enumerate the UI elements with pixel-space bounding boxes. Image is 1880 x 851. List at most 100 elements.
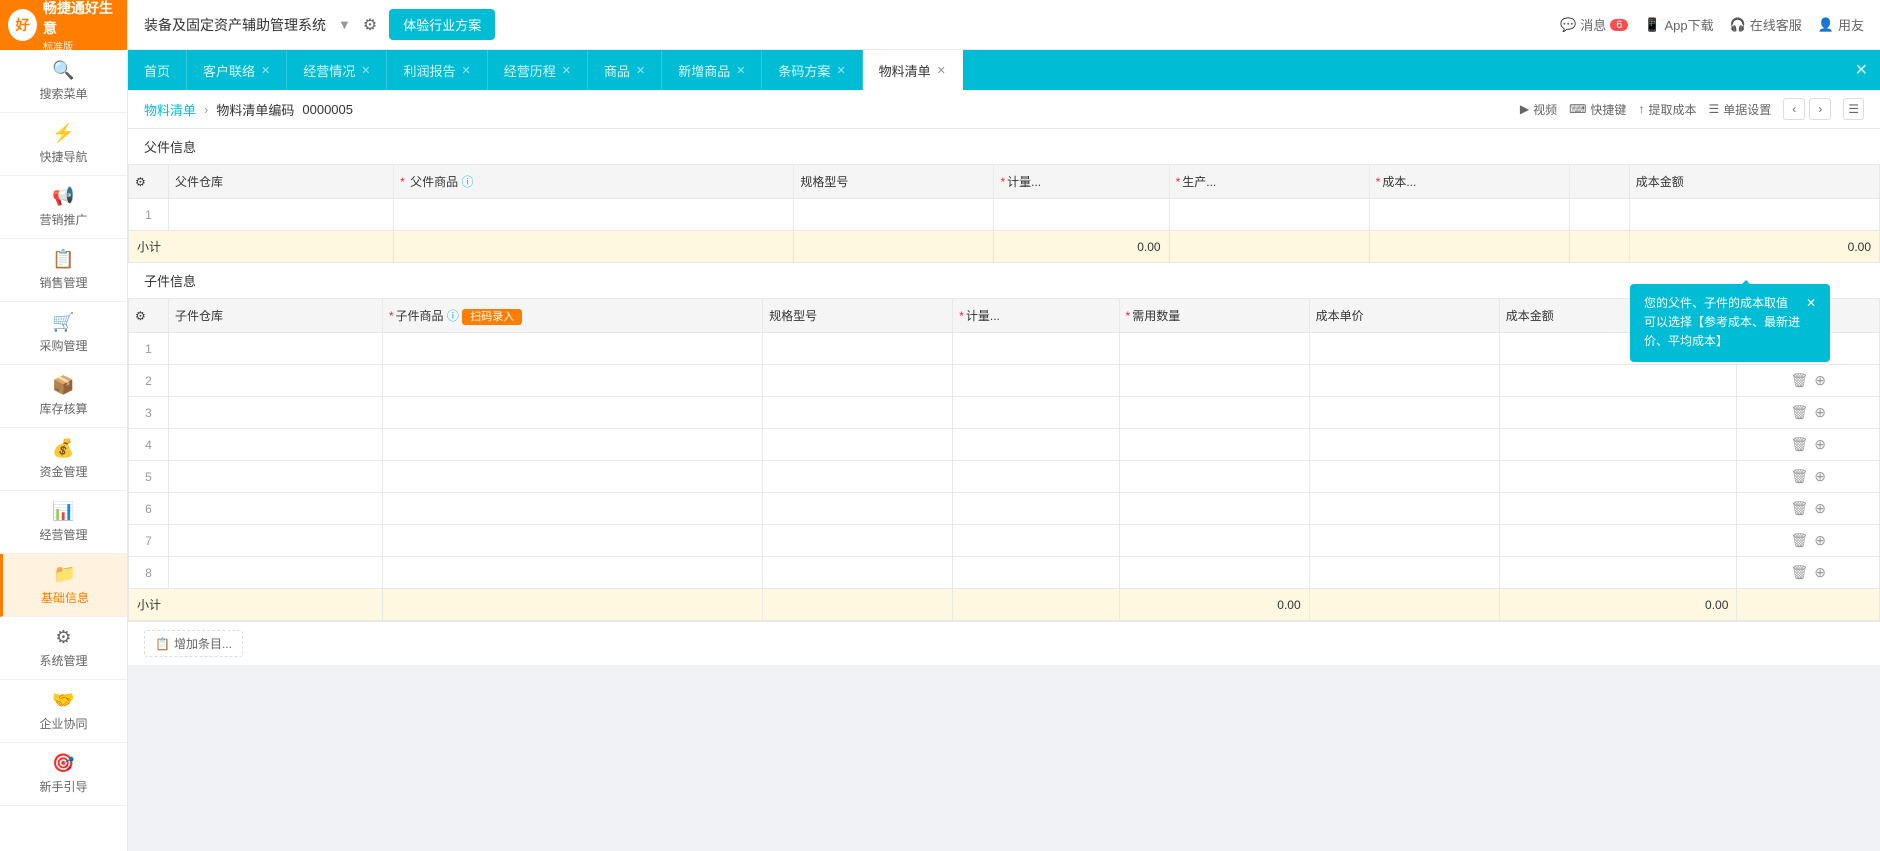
single-settings-button[interactable]: ☰ 单据设置	[1708, 101, 1771, 118]
prev-arrow[interactable]: ‹	[1783, 98, 1805, 120]
gear-icon[interactable]: ⚙	[363, 15, 377, 35]
parent-th-settings[interactable]: ⚙	[129, 165, 169, 199]
tab-operations[interactable]: 经营情况 ✕	[287, 50, 387, 90]
child-qty-2[interactable]	[1119, 365, 1309, 397]
sidebar-item-purchase[interactable]: 🛒 采购管理	[0, 302, 127, 365]
copy-row-7-button[interactable]: ⊕	[1814, 532, 1826, 549]
child-qty-7[interactable]	[1119, 525, 1309, 557]
sidebar-item-guide[interactable]: 🎯 新手引导	[0, 743, 127, 806]
child-product-5[interactable]	[382, 461, 762, 493]
message-action[interactable]: 💬 消息 6	[1560, 15, 1628, 34]
child-price-3[interactable]	[1309, 397, 1499, 429]
child-product-8[interactable]	[382, 557, 762, 589]
delete-row-5-button[interactable]: 🗑	[1790, 468, 1808, 485]
copy-row-3-button[interactable]: ⊕	[1814, 404, 1826, 421]
child-spec-6[interactable]	[763, 493, 953, 525]
delete-row-8-button[interactable]: 🗑	[1790, 564, 1808, 581]
tab-products[interactable]: 商品 ✕	[588, 50, 662, 90]
copy-row-5-button[interactable]: ⊕	[1814, 468, 1826, 485]
copy-row-6-button[interactable]: ⊕	[1814, 500, 1826, 517]
tab-barcode-close[interactable]: ✕	[836, 64, 845, 77]
delete-row-2-button[interactable]: 🗑	[1790, 372, 1808, 389]
sidebar-item-basic-info[interactable]: 📁 基础信息	[0, 554, 127, 617]
child-price-1[interactable]	[1309, 333, 1499, 365]
child-unit-5[interactable]	[953, 461, 1119, 493]
child-qty-6[interactable]	[1119, 493, 1309, 525]
tab-profit-close[interactable]: ✕	[462, 64, 471, 77]
child-qty-3[interactable]	[1119, 397, 1309, 429]
child-unit-1[interactable]	[953, 333, 1119, 365]
extract-cost-button[interactable]: ↑ 提取成本	[1638, 101, 1696, 118]
child-warehouse-1[interactable]	[169, 333, 383, 365]
child-product-2[interactable]	[382, 365, 762, 397]
copy-row-8-button[interactable]: ⊕	[1814, 564, 1826, 581]
child-price-8[interactable]	[1309, 557, 1499, 589]
parent-unit-cell[interactable]	[994, 199, 1169, 231]
child-spec-5[interactable]	[763, 461, 953, 493]
sidebar-item-operations[interactable]: 📊 经营管理	[0, 491, 127, 554]
child-qty-5[interactable]	[1119, 461, 1309, 493]
child-qty-1[interactable]	[1119, 333, 1309, 365]
tab-operations-close[interactable]: ✕	[361, 64, 370, 77]
child-warehouse-5[interactable]	[169, 461, 383, 493]
child-th-settings[interactable]: ⚙	[129, 299, 169, 333]
sidebar-item-enterprise[interactable]: 🤝 企业协同	[0, 680, 127, 743]
parent-warehouse-cell[interactable]	[169, 199, 394, 231]
child-product-7[interactable]	[382, 525, 762, 557]
next-arrow[interactable]: ›	[1809, 98, 1831, 120]
tab-bom-close[interactable]: ✕	[937, 64, 946, 77]
child-product-3[interactable]	[382, 397, 762, 429]
child-warehouse-3[interactable]	[169, 397, 383, 429]
child-warehouse-8[interactable]	[169, 557, 383, 589]
tab-history-close[interactable]: ✕	[562, 64, 571, 77]
delete-row-7-button[interactable]: 🗑	[1790, 532, 1808, 549]
child-warehouse-2[interactable]	[169, 365, 383, 397]
sidebar-item-finance[interactable]: 💰 资金管理	[0, 428, 127, 491]
tab-customer-close[interactable]: ✕	[261, 64, 270, 77]
trial-button[interactable]: 体验行业方案	[389, 9, 495, 40]
tab-new-product[interactable]: 新增商品 ✕	[662, 50, 762, 90]
dropdown-arrow-icon[interactable]: ▼	[338, 17, 351, 32]
child-product-6[interactable]	[382, 493, 762, 525]
tab-products-close[interactable]: ✕	[636, 64, 645, 77]
parent-spec-cell[interactable]	[794, 199, 994, 231]
child-price-6[interactable]	[1309, 493, 1499, 525]
tab-customer[interactable]: 客户联络 ✕	[187, 50, 287, 90]
delete-row-6-button[interactable]: 🗑	[1790, 500, 1808, 517]
child-unit-6[interactable]	[953, 493, 1119, 525]
shortcut-button[interactable]: ⌨ 快捷键	[1569, 101, 1626, 118]
app-download-action[interactable]: 📱 App下载	[1644, 15, 1713, 34]
child-price-4[interactable]	[1309, 429, 1499, 461]
child-spec-7[interactable]	[763, 525, 953, 557]
child-unit-4[interactable]	[953, 429, 1119, 461]
sidebar-item-marketing[interactable]: 📢 营销推广	[0, 176, 127, 239]
sidebar-item-system[interactable]: ⚙ 系统管理	[0, 617, 127, 680]
add-row-button[interactable]: 📋 增加条目...	[144, 630, 243, 657]
tooltip-close-button[interactable]: ✕	[1806, 294, 1816, 313]
copy-row-2-button[interactable]: ⊕	[1814, 372, 1826, 389]
parent-production-cell[interactable]	[1169, 199, 1369, 231]
tab-new-product-close[interactable]: ✕	[736, 64, 745, 77]
child-unit-7[interactable]	[953, 525, 1119, 557]
nav-close-all-button[interactable]: ✕	[1843, 60, 1880, 80]
child-price-2[interactable]	[1309, 365, 1499, 397]
child-spec-1[interactable]	[763, 333, 953, 365]
tab-bom[interactable]: 物料清单 ✕	[863, 50, 963, 90]
child-price-5[interactable]	[1309, 461, 1499, 493]
tab-profit[interactable]: 利润报告 ✕	[387, 50, 487, 90]
child-price-7[interactable]	[1309, 525, 1499, 557]
child-unit-3[interactable]	[953, 397, 1119, 429]
sidebar-item-search[interactable]: 🔍 搜索菜单	[0, 50, 127, 113]
tab-history[interactable]: 经营历程 ✕	[488, 50, 588, 90]
tab-barcode[interactable]: 条码方案 ✕	[762, 50, 862, 90]
grid-view-btn[interactable]: ☰	[1843, 98, 1864, 120]
delete-row-4-button[interactable]: 🗑	[1790, 436, 1808, 453]
child-qty-8[interactable]	[1119, 557, 1309, 589]
parent-product-cell[interactable]	[394, 199, 794, 231]
sidebar-item-inventory[interactable]: 📦 库存核算	[0, 365, 127, 428]
online-service-action[interactable]: 🎧 在线客服	[1730, 15, 1802, 34]
child-product-4[interactable]	[382, 429, 762, 461]
user-action[interactable]: 👤 用友	[1818, 15, 1864, 34]
child-warehouse-7[interactable]	[169, 525, 383, 557]
child-spec-3[interactable]	[763, 397, 953, 429]
